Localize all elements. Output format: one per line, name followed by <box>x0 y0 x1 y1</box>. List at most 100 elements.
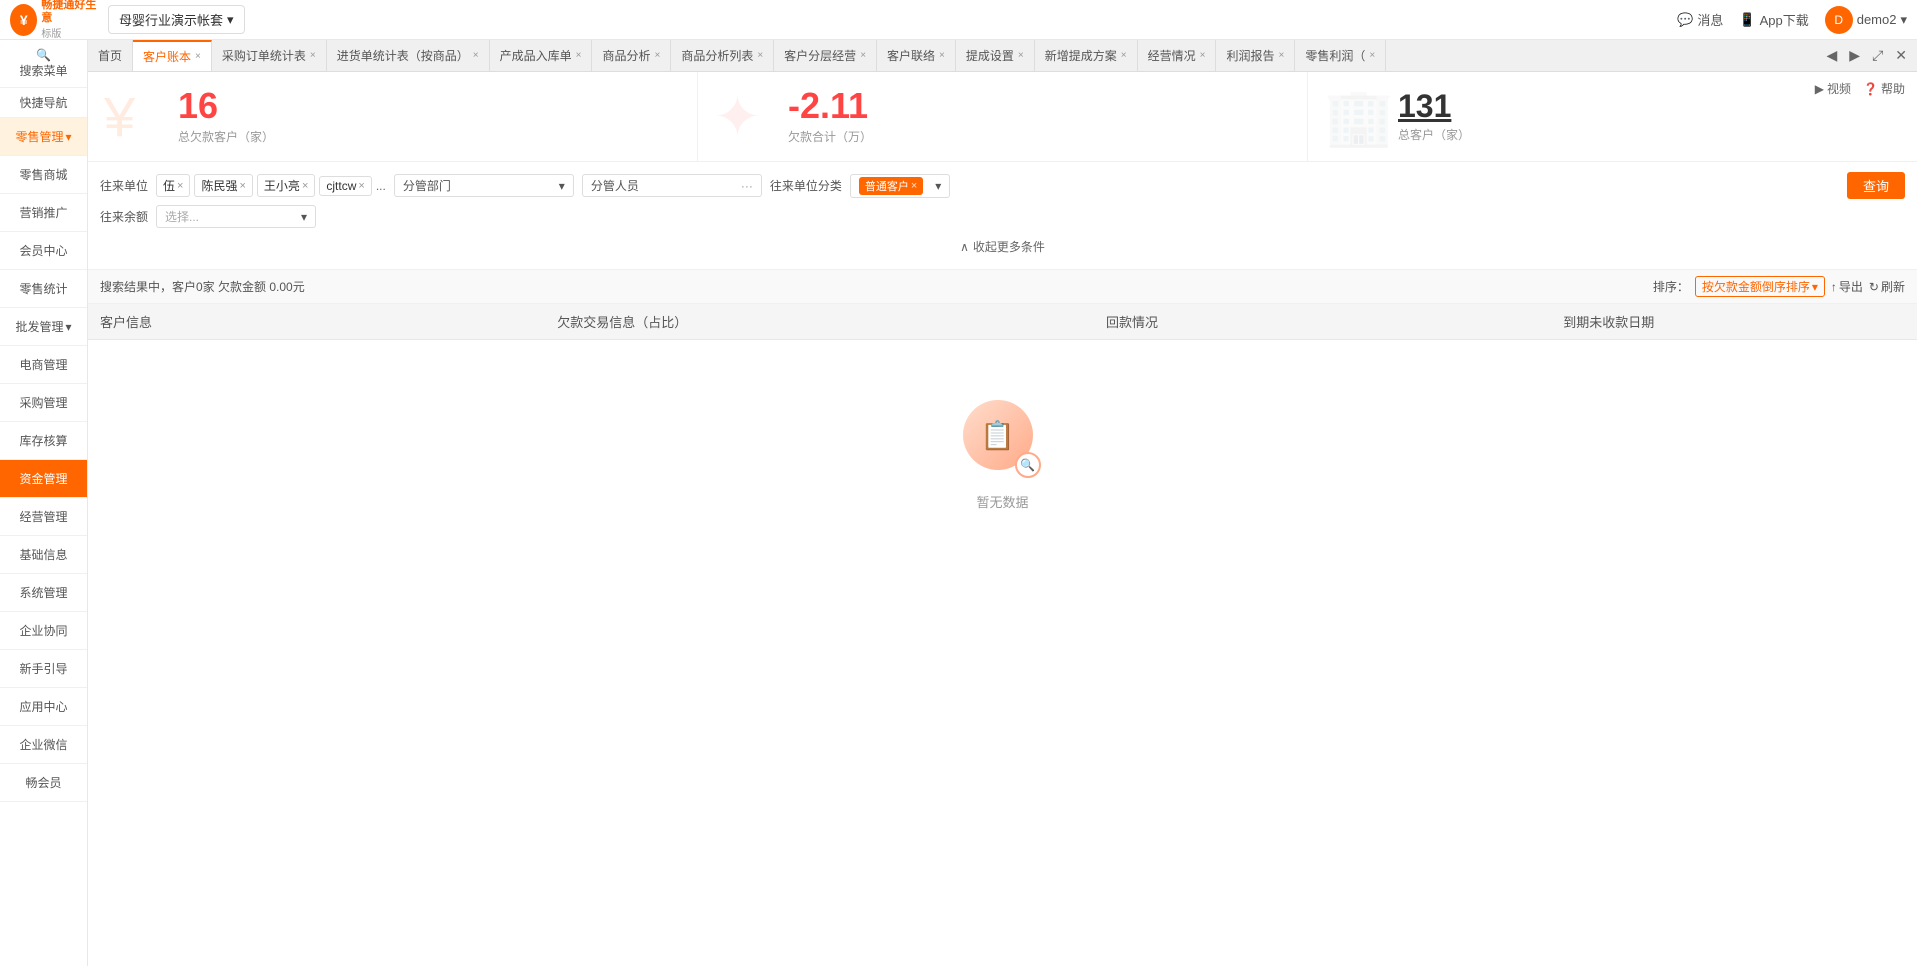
sidebar: 🔍 搜索菜单 快捷导航 零售管理 ▾ 零售商城 营销推广 会员中心 零售统计 批… <box>0 40 88 966</box>
balance-select[interactable]: 选择... ▾ <box>156 205 316 228</box>
tab-product-analysis[interactable]: 商品分析 × <box>592 40 671 71</box>
app-download-btn[interactable]: 📱 App下载 <box>1739 10 1808 29</box>
filter-tag-chen[interactable]: 陈民强 × <box>194 174 252 197</box>
sidebar-item-wholesale-mgmt[interactable]: 批发管理 ▾ <box>0 308 87 346</box>
close-icon[interactable]: × <box>860 50 866 61</box>
tab-customer-contact[interactable]: 客户联络 × <box>877 40 956 71</box>
close-icon[interactable]: × <box>757 50 763 61</box>
credit-amount-value: -2.11 <box>788 88 868 124</box>
filter-tag-cjttcw[interactable]: cjttcw × <box>319 176 371 196</box>
sidebar-item-finance[interactable]: 资金管理 <box>0 460 87 498</box>
remove-tag-icon[interactable]: × <box>177 180 183 192</box>
sidebar-item-operations[interactable]: 经营管理 <box>0 498 87 536</box>
unit-category-select[interactable]: 普通客户 × ▾ <box>850 174 950 198</box>
filter-more-btn[interactable]: ... <box>376 179 386 193</box>
remove-tag-icon[interactable]: × <box>302 180 308 192</box>
unit-category-label: 往来单位分类 <box>770 177 842 194</box>
remove-tag-icon[interactable]: × <box>358 180 364 192</box>
close-icon[interactable]: × <box>473 50 479 61</box>
close-icon[interactable]: × <box>939 50 945 61</box>
col-overdue-date: 到期未收款日期 <box>1551 304 1917 340</box>
user-menu[interactable]: D demo2 ▾ <box>1825 6 1907 34</box>
workspace-selector[interactable]: 母婴行业演示帐套 ▾ <box>108 5 245 34</box>
tab-purchase-order-stats[interactable]: 采购订单统计表 × <box>212 40 327 71</box>
tab-finished-stock[interactable]: 产成品入库单 × <box>490 40 593 71</box>
chevron-down-icon: ▾ <box>65 320 71 334</box>
sidebar-item-ecommerce[interactable]: 电商管理 <box>0 346 87 384</box>
refresh-btn[interactable]: ↻ 刷新 <box>1869 278 1905 295</box>
sidebar-item-new-guide[interactable]: 新手引导 <box>0 650 87 688</box>
tab-controls: ◀ ▶ ⤢ ✕ <box>1817 45 1917 66</box>
close-icon[interactable]: × <box>1200 50 1206 61</box>
sidebar-item-app-center[interactable]: 应用中心 <box>0 688 87 726</box>
query-button[interactable]: 查询 <box>1847 172 1905 199</box>
top-right: 💬 消息 📱 App下载 D demo2 ▾ <box>1677 6 1907 34</box>
sidebar-item-label: 零售管理 ▾ <box>6 128 81 145</box>
tab-operations[interactable]: 经营情况 × <box>1138 40 1217 71</box>
branch-dept-select[interactable]: 分管部门 ▾ <box>394 174 574 197</box>
tab-add-commission-plan[interactable]: 新增提成方案 × <box>1035 40 1138 71</box>
stat-credit-customers: ¥ 16 总欠款客户（家） <box>88 72 698 161</box>
credit-amount-label: 欠款合计（万） <box>788 128 872 145</box>
tab-scroll-right-btn[interactable]: ▶ <box>1845 45 1864 66</box>
close-icon[interactable]: × <box>195 51 201 62</box>
stats-row: ▶ 视频 ❓ 帮助 ¥ 16 总欠款客户（家） ✦ <box>88 72 1917 162</box>
col-debt-transaction: 欠款交易信息（占比） <box>545 304 1094 340</box>
filter-tag-wu[interactable]: 伍 × <box>156 174 190 197</box>
close-icon[interactable]: × <box>654 50 660 61</box>
export-btn[interactable]: ↑ 导出 <box>1831 278 1863 295</box>
close-icon[interactable]: × <box>1278 50 1284 61</box>
sort-option-btn[interactable]: 按欠款金额倒序排序 ▾ <box>1695 276 1825 297</box>
sidebar-item-retail-mgmt[interactable]: 零售管理 ▾ <box>0 118 87 156</box>
category-tag[interactable]: 普通客户 × <box>859 177 923 195</box>
chevron-down-icon: ▾ <box>227 12 234 28</box>
chevron-up-icon: ∧ <box>960 240 969 254</box>
sidebar-item-retail-mall[interactable]: 零售商城 <box>0 156 87 194</box>
tab-profit-report[interactable]: 利润报告 × <box>1216 40 1295 71</box>
close-icon[interactable]: × <box>1121 50 1127 61</box>
tab-home[interactable]: 首页 <box>88 40 133 71</box>
sidebar-item-marketing[interactable]: 营销推广 <box>0 194 87 232</box>
tab-purchase-stats-by-product[interactable]: 进货单统计表（按商品） × <box>327 40 490 71</box>
tab-customer-ledger[interactable]: 客户账本 × <box>133 40 212 71</box>
tab-product-analysis-list[interactable]: 商品分析列表 × <box>671 40 774 71</box>
sidebar-item-enterprise-collab[interactable]: 企业协同 <box>0 612 87 650</box>
close-icon[interactable]: × <box>1369 50 1375 61</box>
tab-commission-settings[interactable]: 提成设置 × <box>956 40 1035 71</box>
balance-label: 往来余额 <box>100 208 148 225</box>
remove-tag-icon[interactable]: × <box>239 180 245 192</box>
chevron-down-icon: ▾ <box>1900 12 1907 28</box>
sort-label: 排序： <box>1653 278 1689 295</box>
chevron-down-icon: ▾ <box>935 179 941 193</box>
branch-person-select[interactable]: 分管人员 ··· <box>582 174 762 197</box>
sidebar-item-retail-stats[interactable]: 零售统计 <box>0 270 87 308</box>
tab-bar: 首页 客户账本 × 采购订单统计表 × 进货单统计表（按商品） × 产成品入库单… <box>88 40 1917 72</box>
collapse-btn[interactable]: ∧ 收起更多条件 <box>956 234 1049 259</box>
chevron-down-icon: ▾ <box>559 179 565 193</box>
sidebar-item-enterprise-wechat[interactable]: 企业微信 <box>0 726 87 764</box>
sidebar-item-system-mgmt[interactable]: 系统管理 <box>0 574 87 612</box>
messages-btn[interactable]: 💬 消息 <box>1677 10 1723 29</box>
close-icon[interactable]: × <box>576 50 582 61</box>
close-icon[interactable]: × <box>310 50 316 61</box>
tab-retail-profit[interactable]: 零售利润（ × <box>1295 40 1386 71</box>
tab-customer-tier[interactable]: 客户分层经营 × <box>774 40 877 71</box>
sidebar-item-purchase-mgmt[interactable]: 采购管理 <box>0 384 87 422</box>
sidebar-search[interactable]: 🔍 搜索菜单 <box>0 40 87 88</box>
filter-tag-wang[interactable]: 王小亮 × <box>257 174 315 197</box>
sidebar-item-member[interactable]: 畅会员 <box>0 764 87 802</box>
tab-close-all-btn[interactable]: ✕ <box>1891 45 1911 66</box>
sidebar-item-basic-info[interactable]: 基础信息 <box>0 536 87 574</box>
result-summary: 搜索结果中，客户0家 欠款金额 0.00元 <box>100 278 305 295</box>
tab-expand-btn[interactable]: ⤢ <box>1868 45 1887 66</box>
help-btn[interactable]: ❓ 帮助 <box>1863 80 1905 97</box>
remove-category-icon[interactable]: × <box>911 180 917 192</box>
sidebar-item-member-center[interactable]: 会员中心 <box>0 232 87 270</box>
sidebar-quick-nav[interactable]: 快捷导航 <box>0 88 87 118</box>
upload-icon: ↑ <box>1831 280 1837 294</box>
video-btn[interactable]: ▶ 视频 <box>1815 80 1851 97</box>
tab-scroll-left-btn[interactable]: ◀ <box>1823 45 1842 66</box>
sidebar-item-inventory[interactable]: 库存核算 <box>0 422 87 460</box>
col-repayment: 回款情况 <box>1094 304 1551 340</box>
close-icon[interactable]: × <box>1018 50 1024 61</box>
